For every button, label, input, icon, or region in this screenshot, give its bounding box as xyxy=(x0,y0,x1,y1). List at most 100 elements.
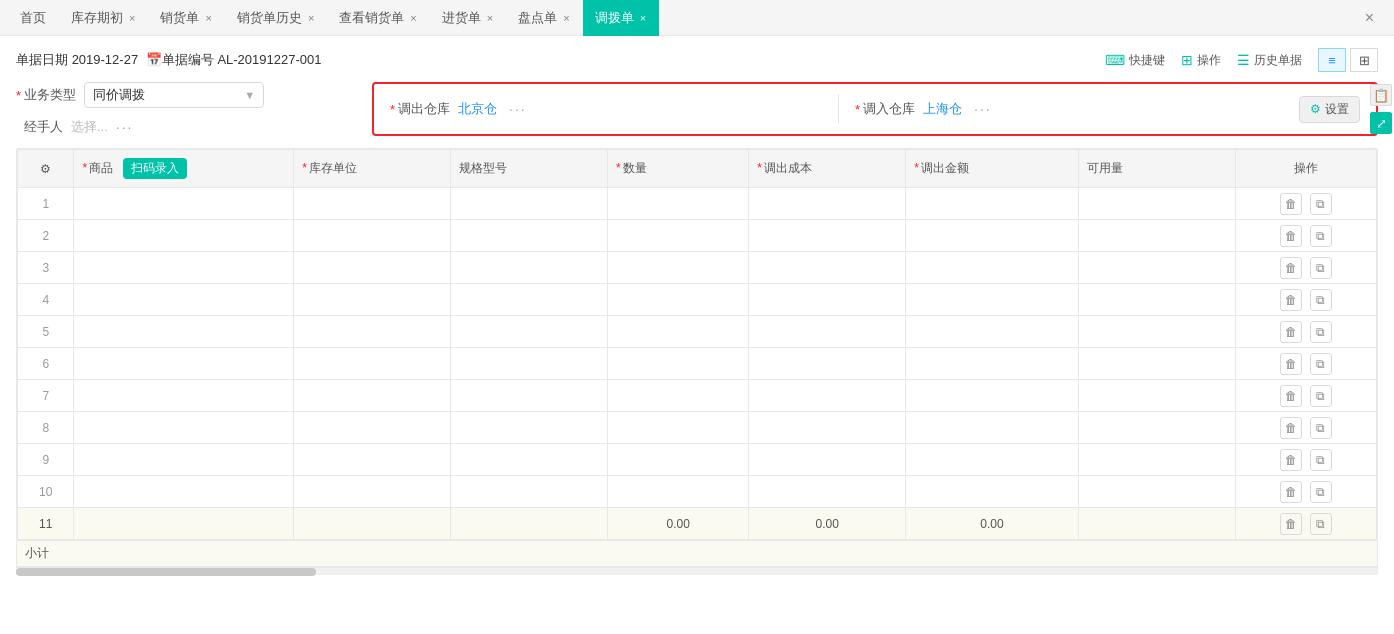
row-5-qty[interactable] xyxy=(608,316,749,348)
row-2-amount[interactable] xyxy=(906,220,1079,252)
doc-number-value[interactable]: AL-20191227-001 xyxy=(217,52,321,67)
row-7-cost[interactable] xyxy=(749,380,906,412)
row-2-product[interactable] xyxy=(74,220,294,252)
horizontal-scrollbar[interactable] xyxy=(16,567,1378,575)
row-6-product[interactable] xyxy=(74,348,294,380)
calendar-icon[interactable]: 📅 xyxy=(146,52,162,67)
row-9-cost[interactable] xyxy=(749,444,906,476)
row-1-product[interactable] xyxy=(74,188,294,220)
row-2-copy[interactable]: ⧉ xyxy=(1310,225,1332,247)
row-2-spec[interactable] xyxy=(451,220,608,252)
row-4-spec[interactable] xyxy=(451,284,608,316)
row-7-copy[interactable]: ⧉ xyxy=(1310,385,1332,407)
row-7-product[interactable] xyxy=(74,380,294,412)
row-8-cost[interactable] xyxy=(749,412,906,444)
row-7-amount[interactable] xyxy=(906,380,1079,412)
tab-home[interactable]: 首页 xyxy=(8,0,59,36)
row-3-spec[interactable] xyxy=(451,252,608,284)
history-action[interactable]: ☰ 历史单据 xyxy=(1237,52,1302,69)
row-5-product[interactable] xyxy=(74,316,294,348)
out-warehouse-more[interactable]: ··· xyxy=(509,101,527,117)
row-2-delete[interactable]: 🗑 xyxy=(1280,225,1302,247)
window-close-button[interactable]: × xyxy=(1353,9,1386,27)
row-10-amount[interactable] xyxy=(906,476,1079,508)
row-9-delete[interactable]: 🗑 xyxy=(1280,449,1302,471)
panel-expand-button[interactable]: ⤢ xyxy=(1370,112,1392,134)
row-6-unit[interactable] xyxy=(294,348,451,380)
row-10-qty[interactable] xyxy=(608,476,749,508)
row-6-delete[interactable]: 🗑 xyxy=(1280,353,1302,375)
row-3-delete[interactable]: 🗑 xyxy=(1280,257,1302,279)
subtotal-delete[interactable]: 🗑 xyxy=(1280,513,1302,535)
row-7-spec[interactable] xyxy=(451,380,608,412)
row-2-qty[interactable] xyxy=(608,220,749,252)
row-8-spec[interactable] xyxy=(451,412,608,444)
row-9-unit[interactable] xyxy=(294,444,451,476)
person-input[interactable]: 选择... xyxy=(71,118,108,136)
row-8-unit[interactable] xyxy=(294,412,451,444)
tab-stocktake[interactable]: 盘点单 × xyxy=(506,0,582,36)
row-1-cost[interactable] xyxy=(749,188,906,220)
tab-sales[interactable]: 销货单 × xyxy=(148,0,224,36)
row-1-qty[interactable] xyxy=(608,188,749,220)
grid-view-button[interactable]: ⊞ xyxy=(1350,48,1378,72)
row-10-spec[interactable] xyxy=(451,476,608,508)
row-8-copy[interactable]: ⧉ xyxy=(1310,417,1332,439)
row-5-amount[interactable] xyxy=(906,316,1079,348)
row-5-delete[interactable]: 🗑 xyxy=(1280,321,1302,343)
subtotal-copy[interactable]: ⧉ xyxy=(1310,513,1332,535)
row-10-cost[interactable] xyxy=(749,476,906,508)
row-7-unit[interactable] xyxy=(294,380,451,412)
row-4-copy[interactable]: ⧉ xyxy=(1310,289,1332,311)
tab-view-sales[interactable]: 查看销货单 × xyxy=(327,0,429,36)
tab-inventory-close[interactable]: × xyxy=(129,12,135,24)
row-5-copy[interactable]: ⧉ xyxy=(1310,321,1332,343)
row-4-qty[interactable] xyxy=(608,284,749,316)
row-3-product[interactable] xyxy=(74,252,294,284)
row-3-copy[interactable]: ⧉ xyxy=(1310,257,1332,279)
in-warehouse-more[interactable]: ··· xyxy=(974,101,992,117)
tab-inventory[interactable]: 库存期初 × xyxy=(59,0,148,36)
row-2-unit[interactable] xyxy=(294,220,451,252)
tab-transfer[interactable]: 调拨单 × xyxy=(583,0,659,36)
panel-note-button[interactable]: 📋 xyxy=(1370,84,1392,106)
operations-action[interactable]: ⊞ 操作 xyxy=(1181,52,1221,69)
doc-date-value[interactable]: 2019-12-27 xyxy=(72,52,139,67)
row-10-unit[interactable] xyxy=(294,476,451,508)
th-gear[interactable]: ⚙ xyxy=(18,150,74,188)
row-7-qty[interactable] xyxy=(608,380,749,412)
row-2-cost[interactable] xyxy=(749,220,906,252)
row-5-spec[interactable] xyxy=(451,316,608,348)
settings-button[interactable]: ⚙ 设置 xyxy=(1299,96,1360,123)
row-10-copy[interactable]: ⧉ xyxy=(1310,481,1332,503)
row-4-product[interactable] xyxy=(74,284,294,316)
tab-sales-close[interactable]: × xyxy=(205,12,211,24)
tab-sales-history[interactable]: 销货单历史 × xyxy=(225,0,327,36)
list-view-button[interactable]: ≡ xyxy=(1318,48,1346,72)
row-8-amount[interactable] xyxy=(906,412,1079,444)
tab-view-sales-close[interactable]: × xyxy=(410,12,416,24)
row-1-amount[interactable] xyxy=(906,188,1079,220)
row-5-cost[interactable] xyxy=(749,316,906,348)
row-8-product[interactable] xyxy=(74,412,294,444)
row-6-cost[interactable] xyxy=(749,348,906,380)
tab-purchase-close[interactable]: × xyxy=(487,12,493,24)
row-3-qty[interactable] xyxy=(608,252,749,284)
row-6-copy[interactable]: ⧉ xyxy=(1310,353,1332,375)
row-9-spec[interactable] xyxy=(451,444,608,476)
tab-sales-history-close[interactable]: × xyxy=(308,12,314,24)
tab-transfer-close[interactable]: × xyxy=(640,12,646,24)
row-4-cost[interactable] xyxy=(749,284,906,316)
out-warehouse-value[interactable]: 北京仓 xyxy=(458,100,497,118)
row-1-unit[interactable] xyxy=(294,188,451,220)
row-8-delete[interactable]: 🗑 xyxy=(1280,417,1302,439)
tab-stocktake-close[interactable]: × xyxy=(563,12,569,24)
scan-button[interactable]: 扫码录入 xyxy=(123,158,187,179)
row-9-product[interactable] xyxy=(74,444,294,476)
row-3-cost[interactable] xyxy=(749,252,906,284)
row-1-delete[interactable]: 🗑 xyxy=(1280,193,1302,215)
row-1-copy[interactable]: ⧉ xyxy=(1310,193,1332,215)
row-8-qty[interactable] xyxy=(608,412,749,444)
person-more-icon[interactable]: ··· xyxy=(116,119,134,135)
row-3-amount[interactable] xyxy=(906,252,1079,284)
